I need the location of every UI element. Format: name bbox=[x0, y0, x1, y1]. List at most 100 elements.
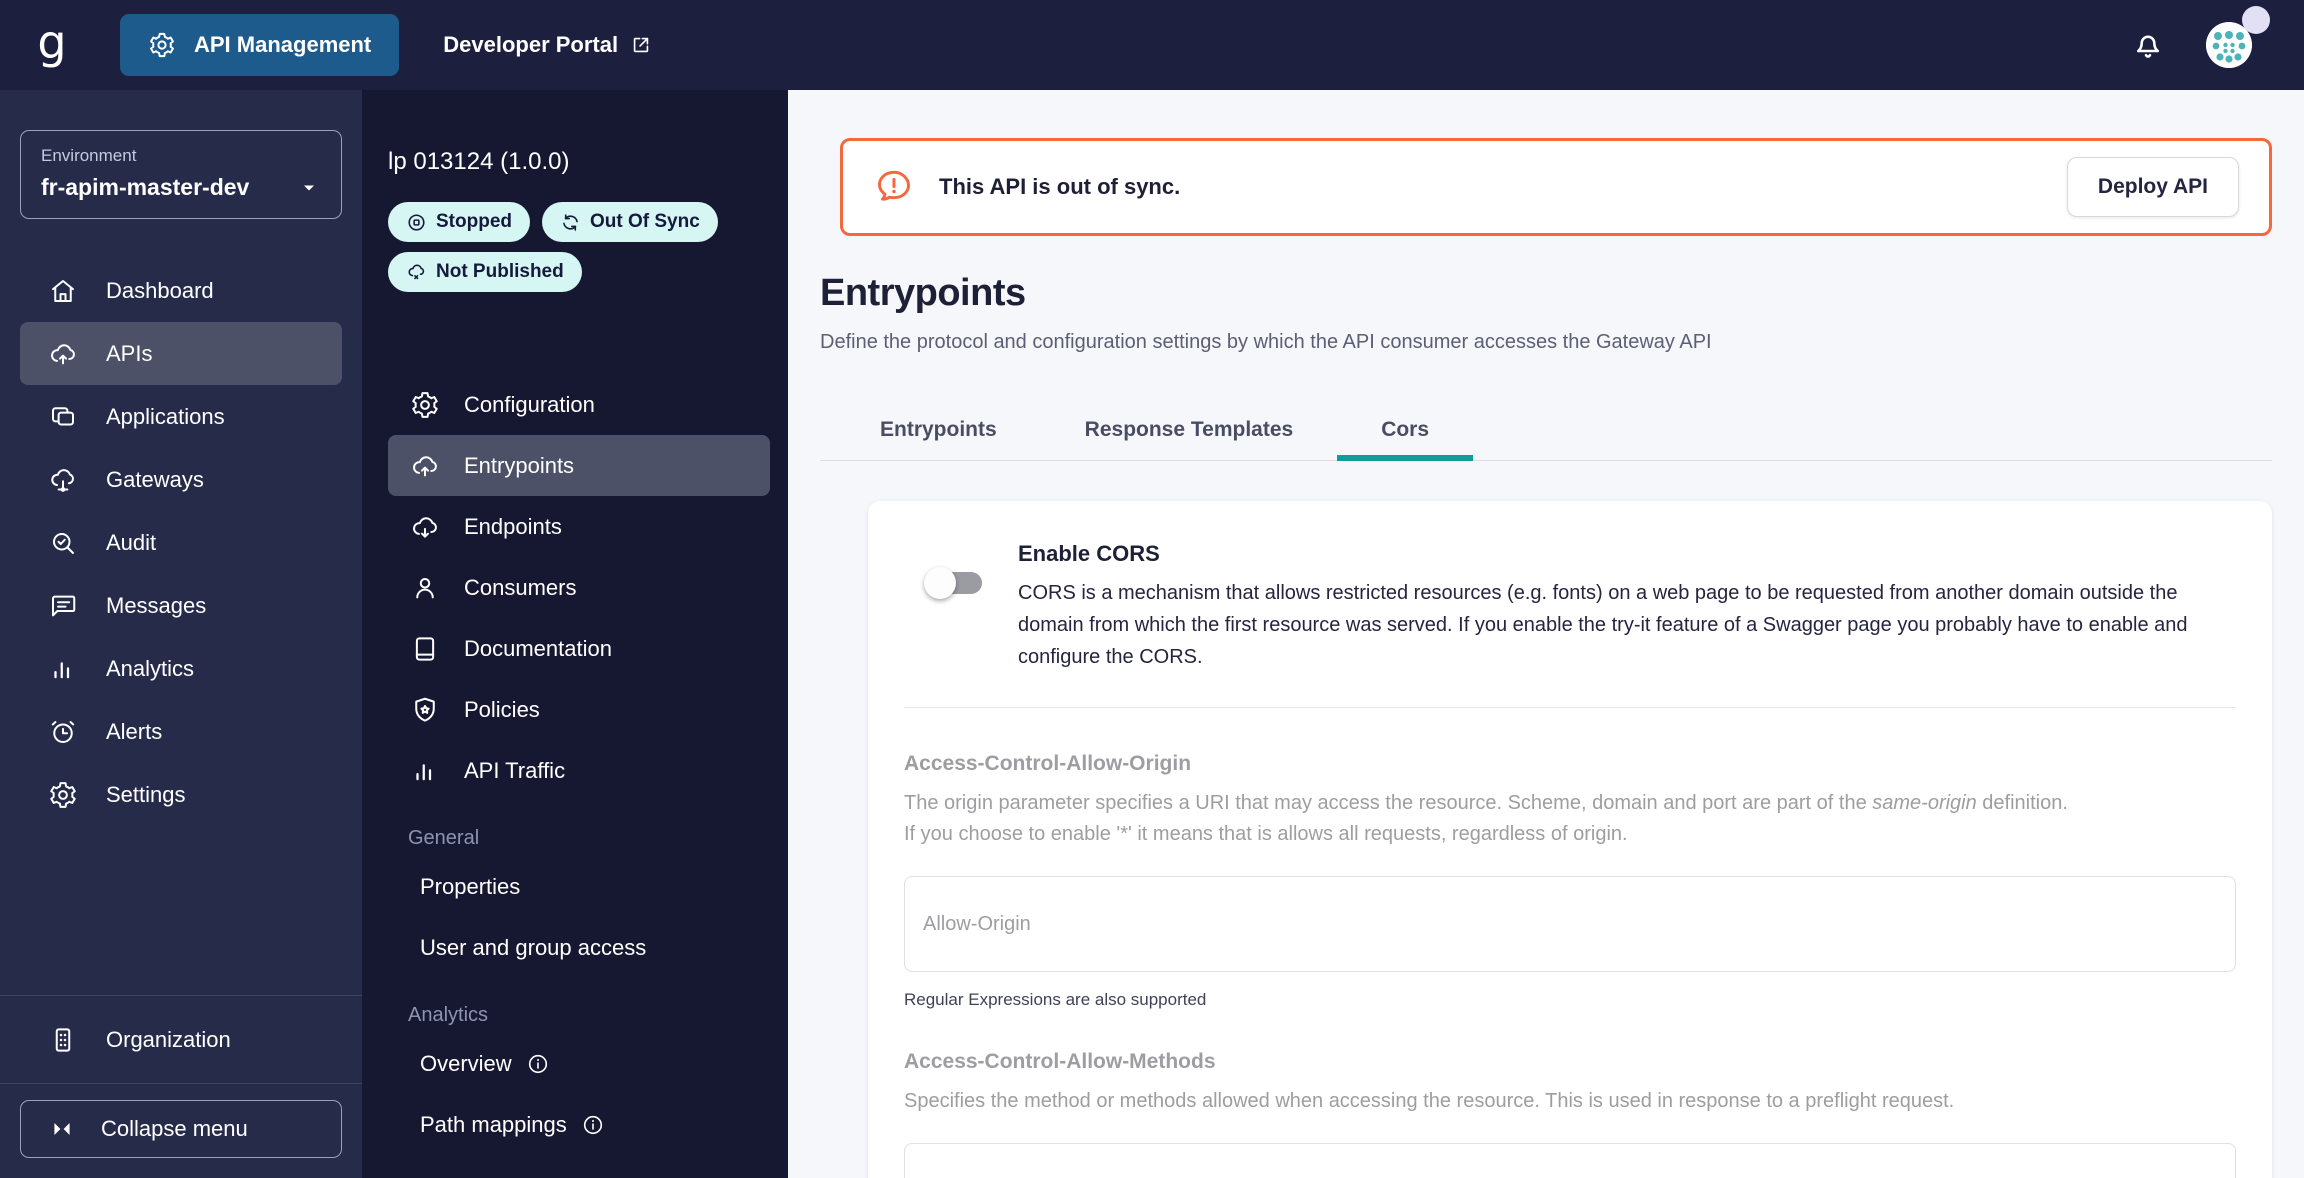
tab-label: Cors bbox=[1381, 418, 1429, 442]
warning-bubble-icon bbox=[873, 166, 915, 208]
api-menu-item-configuration[interactable]: Configuration bbox=[388, 374, 770, 435]
deploy-api-button[interactable]: Deploy API bbox=[2067, 157, 2239, 217]
gear-icon bbox=[148, 31, 178, 59]
organization-icon bbox=[48, 1025, 78, 1055]
cloud-x-icon bbox=[406, 262, 427, 283]
api-menu-item-label: Overview bbox=[420, 1051, 512, 1077]
tab-entrypoints[interactable]: Entrypoints bbox=[836, 400, 1041, 460]
sidebar-item-messages[interactable]: Messages bbox=[20, 574, 342, 637]
developer-portal-link[interactable]: Developer Portal bbox=[443, 32, 652, 58]
api-menu-item-label: Consumers bbox=[464, 575, 576, 601]
page-title: Entrypoints bbox=[820, 272, 2272, 315]
api-menu-item-api-traffic[interactable]: API Traffic bbox=[388, 740, 770, 801]
sidebar-item-label: Settings bbox=[106, 782, 186, 808]
gravitee-logo: g bbox=[30, 19, 74, 65]
bar-chart-icon bbox=[48, 654, 78, 684]
api-menu-item-consumers[interactable]: Consumers bbox=[388, 557, 770, 618]
sidebar-divider bbox=[0, 1083, 362, 1084]
allow-methods-heading: Access-Control-Allow-Methods bbox=[904, 1050, 2236, 1074]
api-menu-item-policies[interactable]: Policies bbox=[388, 679, 770, 740]
main-content: This API is out of sync. Deploy API Entr… bbox=[788, 90, 2304, 1178]
bell-icon bbox=[2130, 27, 2166, 63]
notifications-bell-button[interactable] bbox=[2130, 27, 2166, 63]
sidebar-item-label: APIs bbox=[106, 341, 152, 367]
status-badge-not-published: Not Published bbox=[388, 252, 582, 292]
alarm-clock-icon bbox=[48, 717, 78, 747]
api-menu-item-path-mappings[interactable]: Path mappings bbox=[388, 1094, 770, 1155]
sidebar-item-label: Analytics bbox=[106, 656, 194, 682]
badge-label: Not Published bbox=[436, 261, 564, 283]
status-badge-out-of-sync: Out Of Sync bbox=[542, 202, 718, 242]
sidebar-item-applications[interactable]: Applications bbox=[20, 385, 342, 448]
api-menu-item-label: Entrypoints bbox=[464, 453, 574, 479]
out-of-sync-banner: This API is out of sync. Deploy API bbox=[840, 138, 2272, 236]
allow-methods-section: Access-Control-Allow-Methods Specifies t… bbox=[904, 1050, 2236, 1178]
allow-origin-description: The origin parameter specifies a URI tha… bbox=[904, 788, 2236, 850]
enable-cors-row: Enable CORS CORS is a mechanism that all… bbox=[904, 541, 2236, 673]
shield-star-icon bbox=[410, 695, 440, 725]
collapse-menu-button[interactable]: Collapse menu bbox=[20, 1100, 342, 1158]
api-menu-section-analytics: Analytics bbox=[388, 1004, 770, 1027]
allow-origin-desc-text: definition. bbox=[1977, 792, 2068, 814]
gateway-cloud-icon bbox=[48, 465, 78, 495]
sidebar-item-gateways[interactable]: Gateways bbox=[20, 448, 342, 511]
sidebar-item-label: Organization bbox=[106, 1027, 231, 1053]
app-body: Environment fr-apim-master-dev Dashboard… bbox=[0, 90, 2304, 1178]
allow-origin-section: Access-Control-Allow-Origin The origin p… bbox=[904, 752, 2236, 1010]
sidebar-item-dashboard[interactable]: Dashboard bbox=[20, 259, 342, 322]
sidebar-item-alerts[interactable]: Alerts bbox=[20, 700, 342, 763]
api-menu-item-properties[interactable]: Properties bbox=[388, 856, 770, 917]
api-menu-item-entrypoints[interactable]: Entrypoints bbox=[388, 435, 770, 496]
home-icon bbox=[48, 276, 78, 306]
bar-chart-icon bbox=[410, 756, 440, 786]
api-menu-item-label: Configuration bbox=[464, 392, 595, 418]
card-divider bbox=[904, 707, 2236, 708]
sidebar-item-audit[interactable]: Audit bbox=[20, 511, 342, 574]
tab-response-templates[interactable]: Response Templates bbox=[1041, 400, 1338, 460]
enable-cors-toggle[interactable] bbox=[926, 567, 984, 599]
api-menu-item-label: API Traffic bbox=[464, 758, 565, 784]
environment-selector[interactable]: Environment fr-apim-master-dev bbox=[20, 130, 342, 219]
api-menu-item-label: Endpoints bbox=[464, 514, 562, 540]
api-management-label: API Management bbox=[194, 32, 371, 58]
allow-origin-hint: Regular Expressions are also supported bbox=[904, 990, 2236, 1010]
user-avatar[interactable] bbox=[2206, 22, 2252, 68]
sidebar-item-apis[interactable]: APIs bbox=[20, 322, 342, 385]
enable-cors-description: CORS is a mechanism that allows restrict… bbox=[1018, 577, 2228, 673]
api-menu-item-overview[interactable]: Overview bbox=[388, 1033, 770, 1094]
api-menu-item-user-and-group-access[interactable]: User and group access bbox=[388, 917, 770, 978]
top-bar: g API Management Developer Portal bbox=[0, 0, 2304, 90]
sync-icon bbox=[560, 212, 581, 233]
sidebar-item-organization[interactable]: Organization bbox=[20, 1008, 342, 1071]
tab-bar: Entrypoints Response Templates Cors bbox=[820, 400, 2272, 461]
allow-methods-description: Specifies the method or methods allowed … bbox=[904, 1086, 2236, 1117]
collapse-arrows-icon bbox=[49, 1116, 75, 1142]
sidebar-item-settings[interactable]: Settings bbox=[20, 763, 342, 826]
api-menu-item-label: Properties bbox=[420, 874, 520, 900]
tab-cors[interactable]: Cors bbox=[1337, 400, 1473, 460]
presence-status-dot bbox=[2242, 6, 2270, 34]
audit-search-icon bbox=[48, 528, 78, 558]
api-menu-item-endpoints[interactable]: Endpoints bbox=[388, 496, 770, 557]
main-sidebar: Environment fr-apim-master-dev Dashboard… bbox=[0, 90, 362, 1178]
sidebar-item-analytics[interactable]: Analytics bbox=[20, 637, 342, 700]
sidebar-item-label: Alerts bbox=[106, 719, 162, 745]
info-icon[interactable] bbox=[526, 1052, 550, 1076]
allow-origin-heading: Access-Control-Allow-Origin bbox=[904, 752, 2236, 776]
sidebar-item-label: Audit bbox=[106, 530, 156, 556]
person-icon bbox=[410, 573, 440, 603]
environment-value: fr-apim-master-dev bbox=[41, 174, 249, 201]
collapse-menu-label: Collapse menu bbox=[101, 1116, 248, 1142]
api-management-button[interactable]: API Management bbox=[120, 14, 399, 76]
api-menu-item-documentation[interactable]: Documentation bbox=[388, 618, 770, 679]
enable-cors-label: Enable CORS bbox=[1018, 541, 2228, 567]
badge-label: Stopped bbox=[436, 211, 512, 233]
allow-methods-select[interactable]: Access-Control-Allow-Methods bbox=[904, 1143, 2236, 1178]
applications-icon bbox=[48, 402, 78, 432]
environment-label: Environment bbox=[41, 146, 321, 166]
page-subtitle: Define the protocol and configuration se… bbox=[820, 331, 2272, 354]
allow-origin-input[interactable] bbox=[904, 876, 2236, 972]
developer-portal-label: Developer Portal bbox=[443, 32, 618, 58]
message-icon bbox=[48, 591, 78, 621]
info-icon[interactable] bbox=[581, 1113, 605, 1137]
